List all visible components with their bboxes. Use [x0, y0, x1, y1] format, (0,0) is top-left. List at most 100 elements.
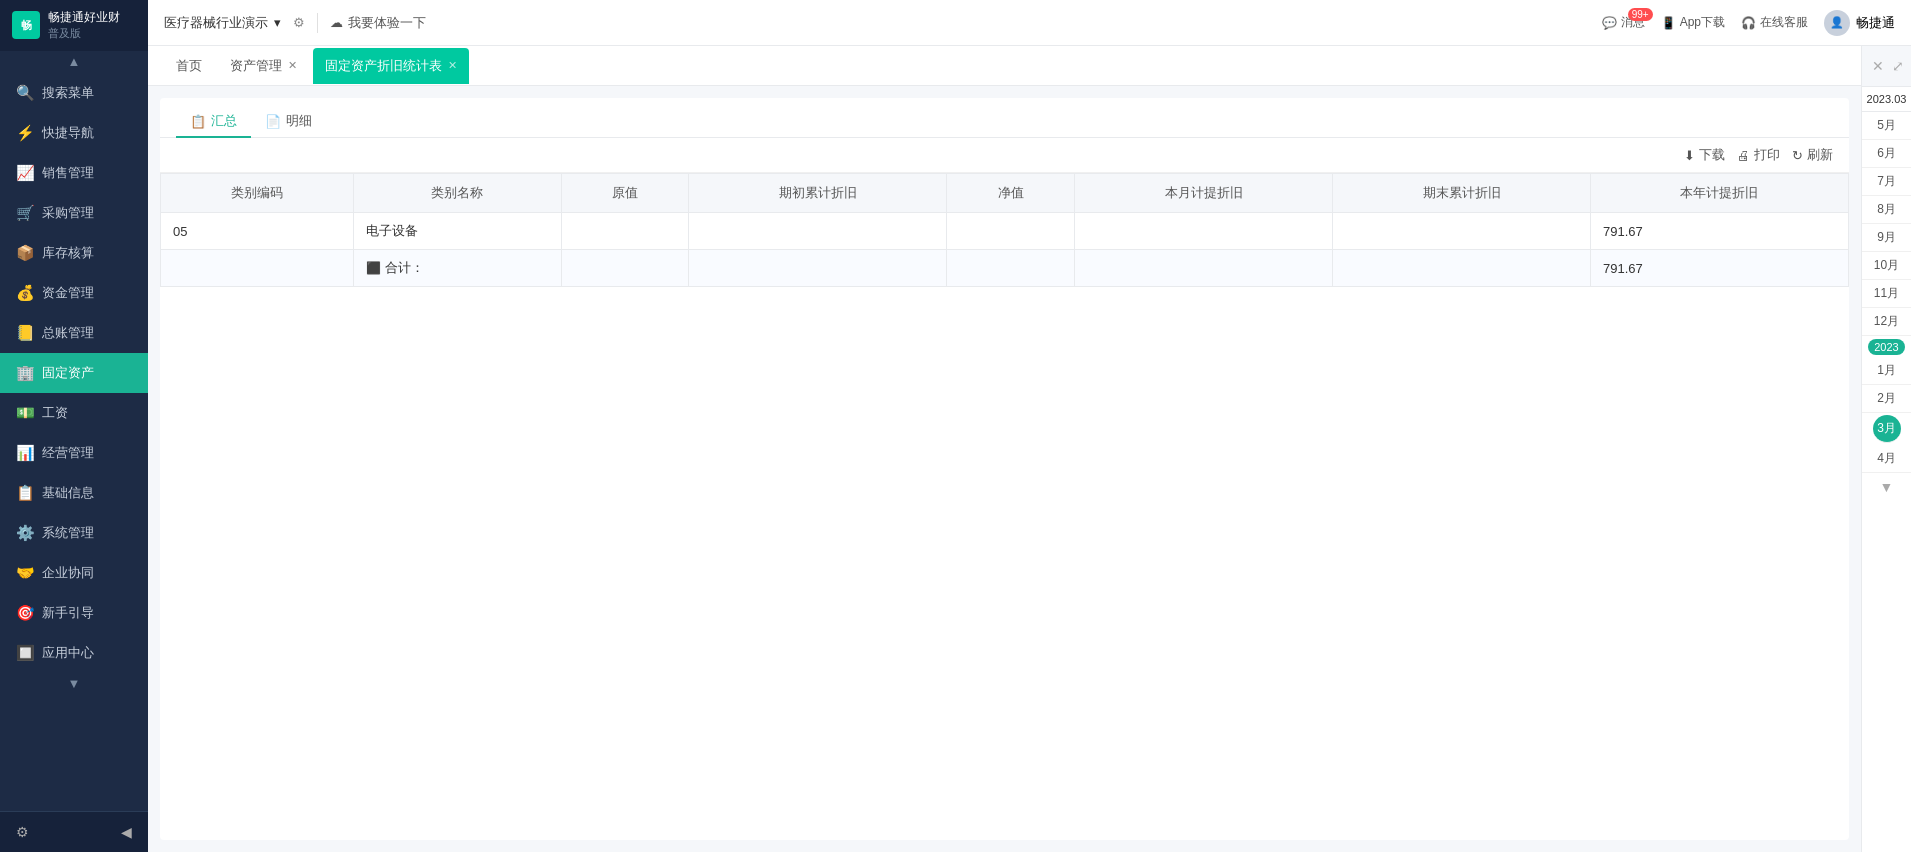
sidebar-item-app-center[interactable]: 🔲 应用中心	[0, 633, 148, 673]
panel-close-icon[interactable]: ✕	[1868, 54, 1888, 78]
table-cell: 电子设备	[353, 213, 561, 250]
month-item[interactable]: 5月	[1862, 112, 1911, 140]
month-item[interactable]: 7月	[1862, 168, 1911, 196]
sidebar-label-payroll: 工资	[42, 404, 68, 422]
month-item[interactable]: 11月	[1862, 280, 1911, 308]
table-total-row: ⬛合计： 791.67	[161, 250, 1849, 287]
table-header-col: 净值	[947, 174, 1075, 213]
customer-service-btn[interactable]: 🎧 在线客服	[1741, 14, 1808, 31]
tab-asset-mgmt[interactable]: 资产管理✕	[218, 48, 309, 84]
table-cell	[947, 213, 1075, 250]
month-item[interactable]: 10月	[1862, 252, 1911, 280]
print-btn[interactable]: 🖨 打印	[1737, 146, 1780, 164]
tabs-bar: 首页资产管理✕固定资产折旧统计表✕	[148, 46, 1861, 86]
topbar-divider	[317, 13, 318, 33]
sidebar-item-guide[interactable]: 🎯 新手引导	[0, 593, 148, 633]
sidebar-label-fixed-assets: 固定资产	[42, 364, 94, 382]
panel-header: ✕ ⤢	[1862, 46, 1911, 87]
service-icon: 🎧	[1741, 16, 1756, 30]
table-header-col: 本年计提折旧	[1590, 174, 1848, 213]
main-content: 医疗器械行业演示 ▾ ⚙ ☁ 我要体验一下 💬 消息 99+ 📱 App下载 🎧…	[148, 0, 1911, 852]
table-total-cell: ⬛合计：	[353, 250, 561, 287]
sales-icon: 📈	[16, 164, 34, 182]
table-header-col: 期末累计折旧	[1333, 174, 1591, 213]
sidebar-item-management[interactable]: 📊 经营管理	[0, 433, 148, 473]
sidebar-item-inventory[interactable]: 📦 库存核算	[0, 233, 148, 273]
sidebar-label-quick-nav: 快捷导航	[42, 124, 94, 142]
sidebar-item-payroll[interactable]: 💵 工资	[0, 393, 148, 433]
sub-tab-icon-summary: 📋	[190, 114, 206, 129]
tab-close-depreciation[interactable]: ✕	[448, 59, 457, 72]
table-cell	[689, 213, 947, 250]
guide-icon: 🎯	[16, 604, 34, 622]
sidebar-scroll-up[interactable]: ▲	[0, 51, 148, 73]
sidebar-item-fixed-assets[interactable]: 🏢 固定资产	[0, 353, 148, 393]
company-name: 医疗器械行业演示	[164, 14, 268, 32]
settings-icon[interactable]: ⚙	[12, 820, 33, 844]
avatar: 👤	[1824, 10, 1850, 36]
sidebar-item-collaboration[interactable]: 🤝 企业协同	[0, 553, 148, 593]
sidebar-item-basic-info[interactable]: 📋 基础信息	[0, 473, 148, 513]
table-row: 05电子设备791.67	[161, 213, 1849, 250]
refresh-icon: ↻	[1792, 148, 1803, 163]
sidebar-item-finance[interactable]: 💰 资金管理	[0, 273, 148, 313]
sidebar-item-sales[interactable]: 📈 销售管理	[0, 153, 148, 193]
sidebar-item-system[interactable]: ⚙️ 系统管理	[0, 513, 148, 553]
right-panel: ✕ ⤢ 2023.03 5月6月7月8月9月10月11月12月20231月2月3…	[1861, 46, 1911, 852]
tab-depreciation[interactable]: 固定资产折旧统计表✕	[313, 48, 469, 84]
sidebar-scroll-down[interactable]: ▼	[0, 673, 148, 695]
sub-tabs: 📋 汇总📄 明细	[160, 98, 1849, 138]
settings-icon[interactable]: ⚙	[293, 15, 305, 30]
sub-tab-detail[interactable]: 📄 明细	[251, 106, 326, 138]
sidebar-item-search[interactable]: 🔍 搜索菜单	[0, 73, 148, 113]
sidebar-item-purchase[interactable]: 🛒 采购管理	[0, 193, 148, 233]
company-selector[interactable]: 医疗器械行业演示 ▾	[164, 14, 281, 32]
user-profile[interactable]: 👤 畅捷通	[1824, 10, 1895, 36]
month-item[interactable]: 2月	[1862, 385, 1911, 413]
sidebar-label-finance: 资金管理	[42, 284, 94, 302]
fixed-assets-icon: 🏢	[16, 364, 34, 382]
purchase-icon: 🛒	[16, 204, 34, 222]
sidebar-label-management: 经营管理	[42, 444, 94, 462]
message-btn[interactable]: 💬 消息 99+	[1602, 14, 1645, 31]
sub-tab-label-detail: 明细	[286, 112, 312, 130]
inventory-icon: 📦	[16, 244, 34, 262]
page-content: 首页资产管理✕固定资产折旧统计表✕ 📋 汇总📄 明细 ⬇ 下载	[148, 46, 1861, 852]
sidebar-footer: ⚙ ◀	[0, 811, 148, 852]
download-icon: 📱	[1661, 16, 1676, 30]
table-cell: 791.67	[1590, 213, 1848, 250]
month-item[interactable]: 12月	[1862, 308, 1911, 336]
month-item[interactable]: 6月	[1862, 140, 1911, 168]
sidebar-label-ledger: 总账管理	[42, 324, 94, 342]
month-item[interactable]: 1月	[1862, 357, 1911, 385]
tab-home[interactable]: 首页	[164, 48, 214, 84]
sidebar-nav: ▲ 🔍 搜索菜单⚡ 快捷导航📈 销售管理🛒 采购管理📦 库存核算💰 资金管理📒 …	[0, 51, 148, 811]
app-download-btn[interactable]: 📱 App下载	[1661, 14, 1725, 31]
month-item[interactable]: 4月	[1862, 445, 1911, 473]
sidebar-item-quick-nav[interactable]: ⚡ 快捷导航	[0, 113, 148, 153]
data-table-wrap: 类别编码类别名称原值期初累计折旧净值本月计提折旧期末累计折旧本年计提折旧 05电…	[160, 173, 1849, 840]
main-card: 📋 汇总📄 明细 ⬇ 下载 🖨 打印 ↻	[160, 98, 1849, 840]
year-badge: 2023	[1862, 336, 1911, 357]
table-total-cell: 791.67	[1590, 250, 1848, 287]
sidebar-label-app-center: 应用中心	[42, 644, 94, 662]
panel-down-icon[interactable]: ▼	[1862, 473, 1911, 501]
download-btn[interactable]: ⬇ 下载	[1684, 146, 1725, 164]
app-logo: 畅	[12, 11, 40, 39]
sub-tab-summary[interactable]: 📋 汇总	[176, 106, 251, 138]
sub-tab-label-summary: 汇总	[211, 112, 237, 130]
topbar: 医疗器械行业演示 ▾ ⚙ ☁ 我要体验一下 💬 消息 99+ 📱 App下载 🎧…	[148, 0, 1911, 46]
sidebar-label-basic-info: 基础信息	[42, 484, 94, 502]
sidebar-item-ledger[interactable]: 📒 总账管理	[0, 313, 148, 353]
month-item[interactable]: 8月	[1862, 196, 1911, 224]
month-item[interactable]: 9月	[1862, 224, 1911, 252]
topbar-right: 💬 消息 99+ 📱 App下载 🎧 在线客服 👤 畅捷通	[1602, 10, 1895, 36]
user-name: 畅捷通	[1856, 14, 1895, 32]
panel-expand-icon[interactable]: ⤢	[1888, 54, 1908, 78]
refresh-btn[interactable]: ↻ 刷新	[1792, 146, 1833, 164]
collapse-icon[interactable]: ◀	[117, 820, 136, 844]
experience-btn[interactable]: ☁ 我要体验一下	[330, 14, 426, 32]
message-icon: 💬	[1602, 16, 1617, 30]
tab-close-asset-mgmt[interactable]: ✕	[288, 59, 297, 72]
active-month-item[interactable]: 3月	[1873, 415, 1901, 443]
